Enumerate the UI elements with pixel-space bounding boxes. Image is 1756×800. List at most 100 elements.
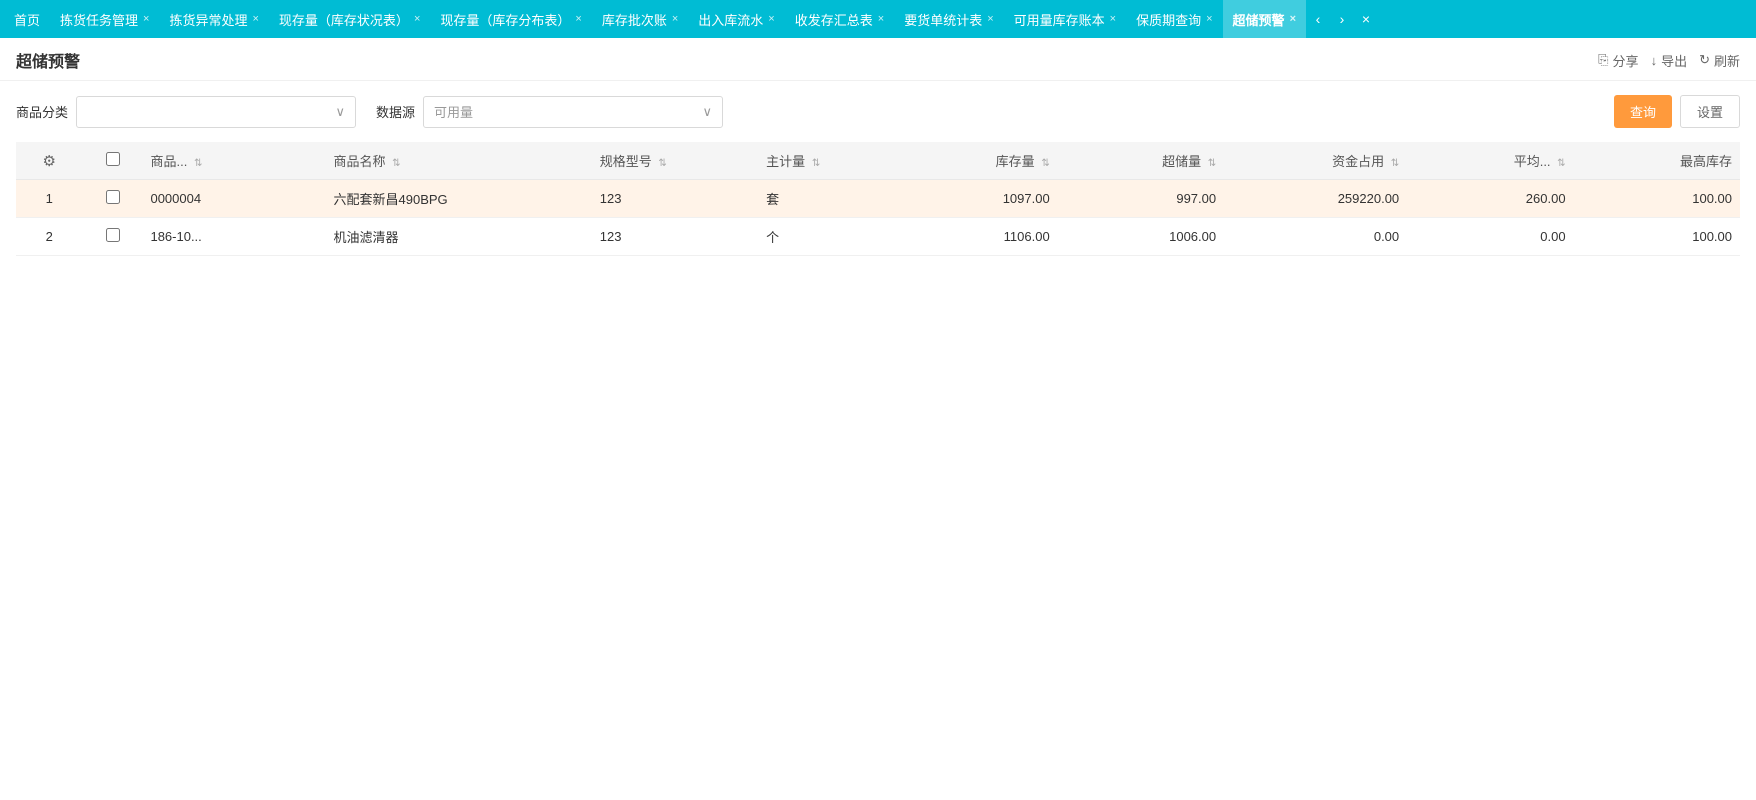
sort-icon-code: ⇅	[194, 158, 202, 169]
nav-item-0[interactable]: 首页	[4, 0, 50, 38]
nav-item-10[interactable]: 保质期查询×	[1126, 0, 1222, 38]
cell-spec: 123	[592, 218, 758, 256]
filter-area: 商品分类 ∨ 数据源 可用量 ∨ 查询 设置	[0, 81, 1756, 142]
cell-index: 2	[16, 218, 83, 256]
cell-avg: 260.00	[1407, 180, 1573, 218]
cell-unit: 个	[758, 218, 891, 256]
nav-close-icon-10[interactable]: ×	[1206, 13, 1212, 25]
nav-close-icon-7[interactable]: ×	[878, 13, 884, 25]
nav-close-icon-2[interactable]: ×	[252, 13, 258, 25]
datasource-filter-group: 数据源 可用量 ∨	[376, 96, 723, 128]
cell-stock: 1097.00	[891, 180, 1057, 218]
th-checkbox	[83, 142, 143, 180]
category-select[interactable]: ∨	[76, 96, 356, 128]
sort-icon-avg: ⇅	[1557, 158, 1565, 169]
datasource-select[interactable]: 可用量 ∨	[423, 96, 723, 128]
nav-item-8[interactable]: 要货单统计表×	[894, 0, 1003, 38]
nav-close-icon-3[interactable]: ×	[414, 13, 420, 25]
nav-close-icon-4[interactable]: ×	[575, 13, 581, 25]
query-button[interactable]: 查询	[1614, 95, 1672, 128]
main-table: ⚙ 商品... ⇅ 商品名称 ⇅ 规格型号 ⇅ 主计量	[16, 142, 1740, 256]
cell-capital: 0.00	[1224, 218, 1407, 256]
settings-button[interactable]: 设置	[1680, 95, 1740, 128]
chevron-down-icon: ∨	[336, 104, 346, 120]
nav-item-1[interactable]: 拣货任务管理×	[50, 0, 159, 38]
th-name: 商品名称 ⇅	[326, 142, 592, 180]
cell-code: 186-10...	[142, 218, 325, 256]
cell-maxstock: 100.00	[1574, 180, 1740, 218]
nav-item-3[interactable]: 现存量（库存状况表）×	[269, 0, 430, 38]
cell-over: 997.00	[1058, 180, 1224, 218]
chevron-down-icon-2: ∨	[703, 104, 713, 120]
sort-icon-stock: ⇅	[1041, 158, 1049, 169]
cell-avg: 0.00	[1407, 218, 1573, 256]
cell-spec: 123	[592, 180, 758, 218]
nav-item-5[interactable]: 库存批次账×	[592, 0, 688, 38]
cell-over: 1006.00	[1058, 218, 1224, 256]
nav-item-9[interactable]: 可用量库存账本×	[1004, 0, 1126, 38]
table-row: 1 0000004六配套新昌490BPG123套1097.00997.002592…	[16, 180, 1740, 218]
cell-name: 六配套新昌490BPG	[326, 180, 592, 218]
row-checkbox-1[interactable]	[106, 228, 120, 242]
cell-unit: 套	[758, 180, 891, 218]
table-body: 1 0000004六配套新昌490BPG123套1097.00997.002592…	[16, 180, 1740, 256]
nav-close-icon-9[interactable]: ×	[1110, 13, 1116, 25]
cell-code: 0000004	[142, 180, 325, 218]
th-maxstock: 最高库存	[1574, 142, 1740, 180]
category-filter-group: 商品分类 ∨	[16, 96, 356, 128]
th-capital: 资金占用 ⇅	[1224, 142, 1407, 180]
nav-close-icon-1[interactable]: ×	[143, 13, 149, 25]
sort-icon-over: ⇅	[1208, 158, 1216, 169]
export-icon: ↓	[1651, 53, 1658, 68]
th-avg: 平均... ⇅	[1407, 142, 1573, 180]
nav-arrow-left[interactable]: ‹	[1306, 0, 1330, 38]
nav-arrow-more[interactable]: ×	[1354, 0, 1378, 38]
nav-close-icon-8[interactable]: ×	[987, 13, 993, 25]
nav-close-icon-5[interactable]: ×	[672, 13, 678, 25]
nav-item-4[interactable]: 现存量（库存分布表）×	[430, 0, 591, 38]
table-row: 2186-10...机油滤清器123个1106.001006.000.000.0…	[16, 218, 1740, 256]
cell-maxstock: 100.00	[1574, 218, 1740, 256]
nav-item-11[interactable]: 超储预警×	[1223, 0, 1306, 38]
cell-index: 1	[16, 180, 83, 218]
table-header: ⚙ 商品... ⇅ 商品名称 ⇅ 规格型号 ⇅ 主计量	[16, 142, 1740, 180]
sort-icon-spec: ⇅	[658, 158, 666, 169]
nav-item-2[interactable]: 拣货异常处理×	[159, 0, 268, 38]
datasource-label: 数据源	[376, 102, 415, 121]
sort-icon-capital: ⇅	[1391, 158, 1399, 169]
cell-capital: 259220.00	[1224, 180, 1407, 218]
nav-item-7[interactable]: 收发存汇总表×	[785, 0, 894, 38]
cell-check	[83, 218, 143, 256]
cell-name: 机油滤清器	[326, 218, 592, 256]
nav-arrow-right[interactable]: ›	[1330, 0, 1354, 38]
th-stock: 库存量 ⇅	[891, 142, 1057, 180]
header-actions: ⎘ 分享 ↓ 导出 ↻ 刷新	[1598, 51, 1740, 70]
th-over: 超储量 ⇅	[1058, 142, 1224, 180]
cell-stock: 1106.00	[891, 218, 1057, 256]
page-title: 超储预警	[16, 48, 80, 72]
category-label: 商品分类	[16, 102, 68, 121]
top-navigation: 首页拣货任务管理×拣货异常处理×现存量（库存状况表）×现存量（库存分布表）×库存…	[0, 0, 1756, 38]
th-spec: 规格型号 ⇅	[592, 142, 758, 180]
sort-icon-unit: ⇅	[812, 158, 820, 169]
table-container: ⚙ 商品... ⇅ 商品名称 ⇅ 规格型号 ⇅ 主计量	[0, 142, 1756, 256]
export-button[interactable]: ↓ 导出	[1651, 51, 1688, 70]
refresh-icon: ↻	[1699, 52, 1710, 68]
row-checkbox-0[interactable]	[106, 190, 120, 204]
refresh-button[interactable]: ↻ 刷新	[1699, 51, 1740, 70]
th-code: 商品... ⇅	[142, 142, 325, 180]
page-header: 超储预警 ⎘ 分享 ↓ 导出 ↻ 刷新	[0, 38, 1756, 81]
cell-check	[83, 180, 143, 218]
nav-close-icon-6[interactable]: ×	[768, 13, 774, 25]
share-icon: ⎘	[1598, 52, 1608, 68]
datasource-select-value: 可用量	[434, 102, 473, 121]
share-button[interactable]: ⎘ 分享	[1598, 51, 1638, 70]
nav-close-icon-11[interactable]: ×	[1290, 13, 1296, 25]
sort-icon-name: ⇅	[392, 158, 400, 169]
th-gear: ⚙	[16, 142, 83, 180]
th-unit: 主计量 ⇅	[758, 142, 891, 180]
gear-icon[interactable]: ⚙	[43, 152, 56, 170]
select-all-checkbox[interactable]	[106, 152, 120, 166]
nav-item-6[interactable]: 出入库流水×	[688, 0, 784, 38]
filter-action-buttons: 查询 设置	[1614, 95, 1740, 128]
